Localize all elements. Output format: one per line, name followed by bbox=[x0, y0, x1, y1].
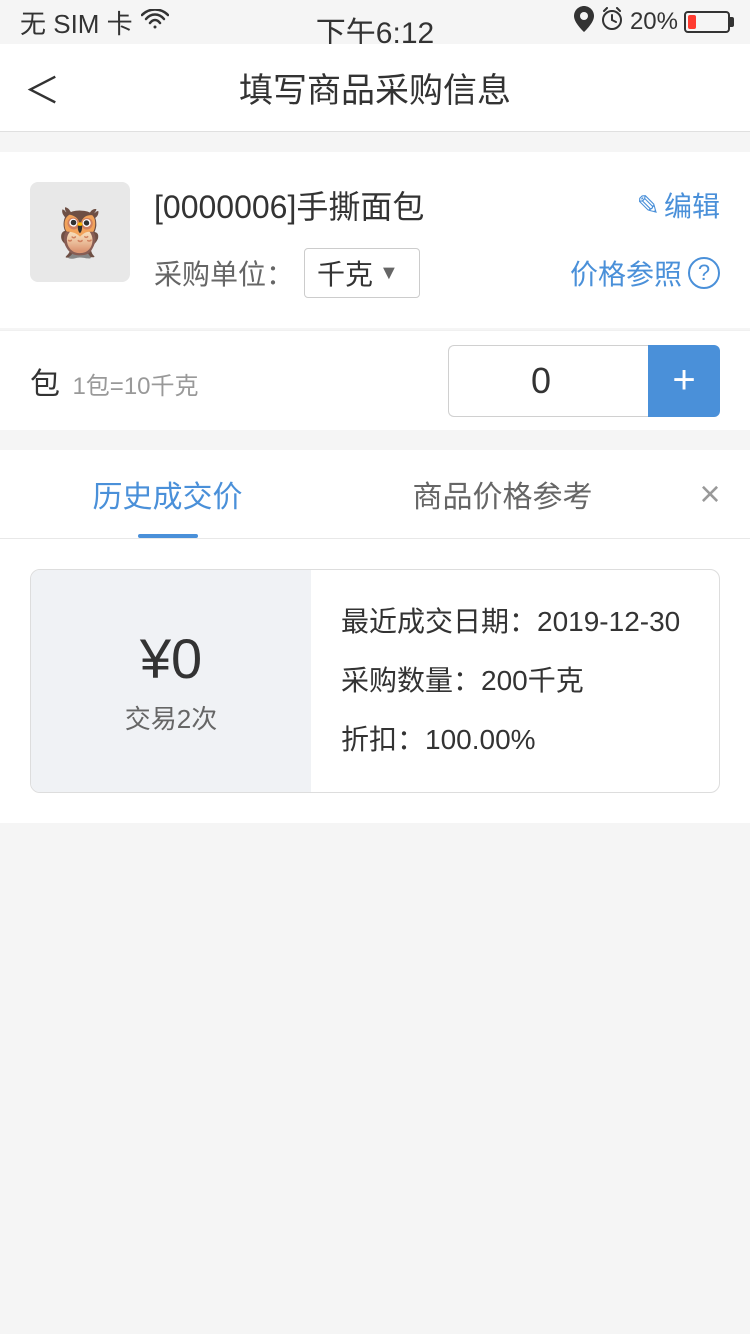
wifi-icon bbox=[141, 7, 169, 38]
tab-history-price-label: 历史成交价 bbox=[93, 472, 243, 516]
status-left: 无 SIM 卡 bbox=[20, 4, 169, 41]
discount-row: 折扣：100.00% bbox=[341, 720, 689, 759]
battery-percentage: 20% bbox=[630, 8, 678, 36]
edit-button[interactable]: ✎ 编辑 bbox=[637, 185, 720, 225]
price-trades: 交易2次 bbox=[125, 699, 217, 736]
close-icon: × bbox=[699, 473, 720, 515]
price-right-panel: 最近成交日期：2019-12-30 采购数量：200千克 折扣：100.00% bbox=[311, 570, 719, 792]
tab-product-price-ref[interactable]: 商品价格参考 bbox=[335, 450, 670, 538]
discount-value: 100.00% bbox=[425, 724, 536, 755]
recent-date-label: 最近成交日期： bbox=[341, 606, 537, 637]
chevron-down-icon: ▼ bbox=[379, 262, 399, 285]
status-right: 20% bbox=[574, 6, 730, 39]
product-info: [0000006]手撕面包 ✎ 编辑 采购单位： 千克 ▼ 价格参照 ? bbox=[154, 182, 720, 298]
location-icon bbox=[574, 6, 594, 39]
edit-icon: ✎ bbox=[637, 189, 660, 222]
unit-select-dropdown[interactable]: 千克 ▼ bbox=[304, 248, 420, 298]
product-header: 🦉 [0000006]手撕面包 ✎ 编辑 采购单位： 千克 ▼ bbox=[30, 182, 720, 298]
price-card: ¥0 交易2次 最近成交日期：2019-12-30 采购数量：200千克 折扣：… bbox=[30, 569, 720, 793]
recent-date-value: 2019-12-30 bbox=[537, 606, 680, 637]
edit-label: 编辑 bbox=[664, 185, 720, 225]
quantity-unit-label: 包 bbox=[30, 368, 60, 401]
tab-close-button[interactable]: × bbox=[670, 450, 750, 538]
unit-label: 采购单位： bbox=[154, 253, 294, 293]
price-left-panel: ¥0 交易2次 bbox=[31, 570, 311, 792]
page-title: 填写商品采购信息 bbox=[239, 63, 511, 112]
tab-content-history-price: ¥0 交易2次 最近成交日期：2019-12-30 采购数量：200千克 折扣：… bbox=[0, 539, 750, 823]
quantity-detail-label: 采购数量： bbox=[341, 665, 481, 696]
quantity-input[interactable] bbox=[448, 345, 648, 417]
tab-active-indicator bbox=[138, 534, 198, 538]
carrier-text: 无 SIM 卡 bbox=[20, 4, 133, 41]
price-ref-label: 价格参照 bbox=[570, 253, 682, 293]
quantity-detail-value: 200千克 bbox=[481, 665, 584, 696]
back-button[interactable]: ＜ bbox=[24, 62, 60, 114]
info-icon: ? bbox=[688, 257, 720, 289]
quantity-row: 采购数量：200千克 bbox=[341, 661, 689, 700]
product-image: 🦉 bbox=[30, 182, 130, 282]
tabs-section: 历史成交价 商品价格参考 × bbox=[0, 450, 750, 539]
quantity-input-group: + bbox=[448, 345, 720, 417]
battery-icon bbox=[684, 11, 730, 33]
plus-icon: + bbox=[672, 358, 695, 403]
nav-bar: ＜ 填写商品采购信息 bbox=[0, 44, 750, 132]
unit-selector-group: 采购单位： 千克 ▼ bbox=[154, 248, 420, 298]
price-amount: ¥0 bbox=[140, 626, 202, 691]
discount-label: 折扣： bbox=[341, 724, 425, 755]
quantity-section: 包 1包=10千克 + bbox=[0, 330, 750, 430]
unit-value: 千克 bbox=[317, 253, 373, 293]
price-reference-button[interactable]: 价格参照 ? bbox=[570, 253, 720, 293]
tab-product-price-ref-label: 商品价格参考 bbox=[413, 472, 593, 516]
quantity-label-group: 包 1包=10千克 bbox=[30, 359, 199, 403]
product-logo-icon: 🦉 bbox=[50, 204, 110, 261]
product-name-row: [0000006]手撕面包 ✎ 编辑 bbox=[154, 182, 720, 228]
product-card: 🦉 [0000006]手撕面包 ✎ 编辑 采购单位： 千克 ▼ bbox=[0, 152, 750, 328]
tab-history-price[interactable]: 历史成交价 bbox=[0, 450, 335, 538]
alarm-icon bbox=[600, 7, 624, 38]
product-name: [0000006]手撕面包 bbox=[154, 182, 424, 228]
battery-fill bbox=[688, 15, 696, 29]
tabs-header: 历史成交价 商品价格参考 × bbox=[0, 450, 750, 538]
recent-date-row: 最近成交日期：2019-12-30 bbox=[341, 602, 689, 641]
unit-row: 采购单位： 千克 ▼ 价格参照 ? bbox=[154, 248, 720, 298]
status-bar: 无 SIM 卡 下午6:12 20 bbox=[0, 0, 750, 44]
quantity-plus-button[interactable]: + bbox=[648, 345, 720, 417]
quantity-sub-label: 1包=10千克 bbox=[72, 373, 198, 400]
